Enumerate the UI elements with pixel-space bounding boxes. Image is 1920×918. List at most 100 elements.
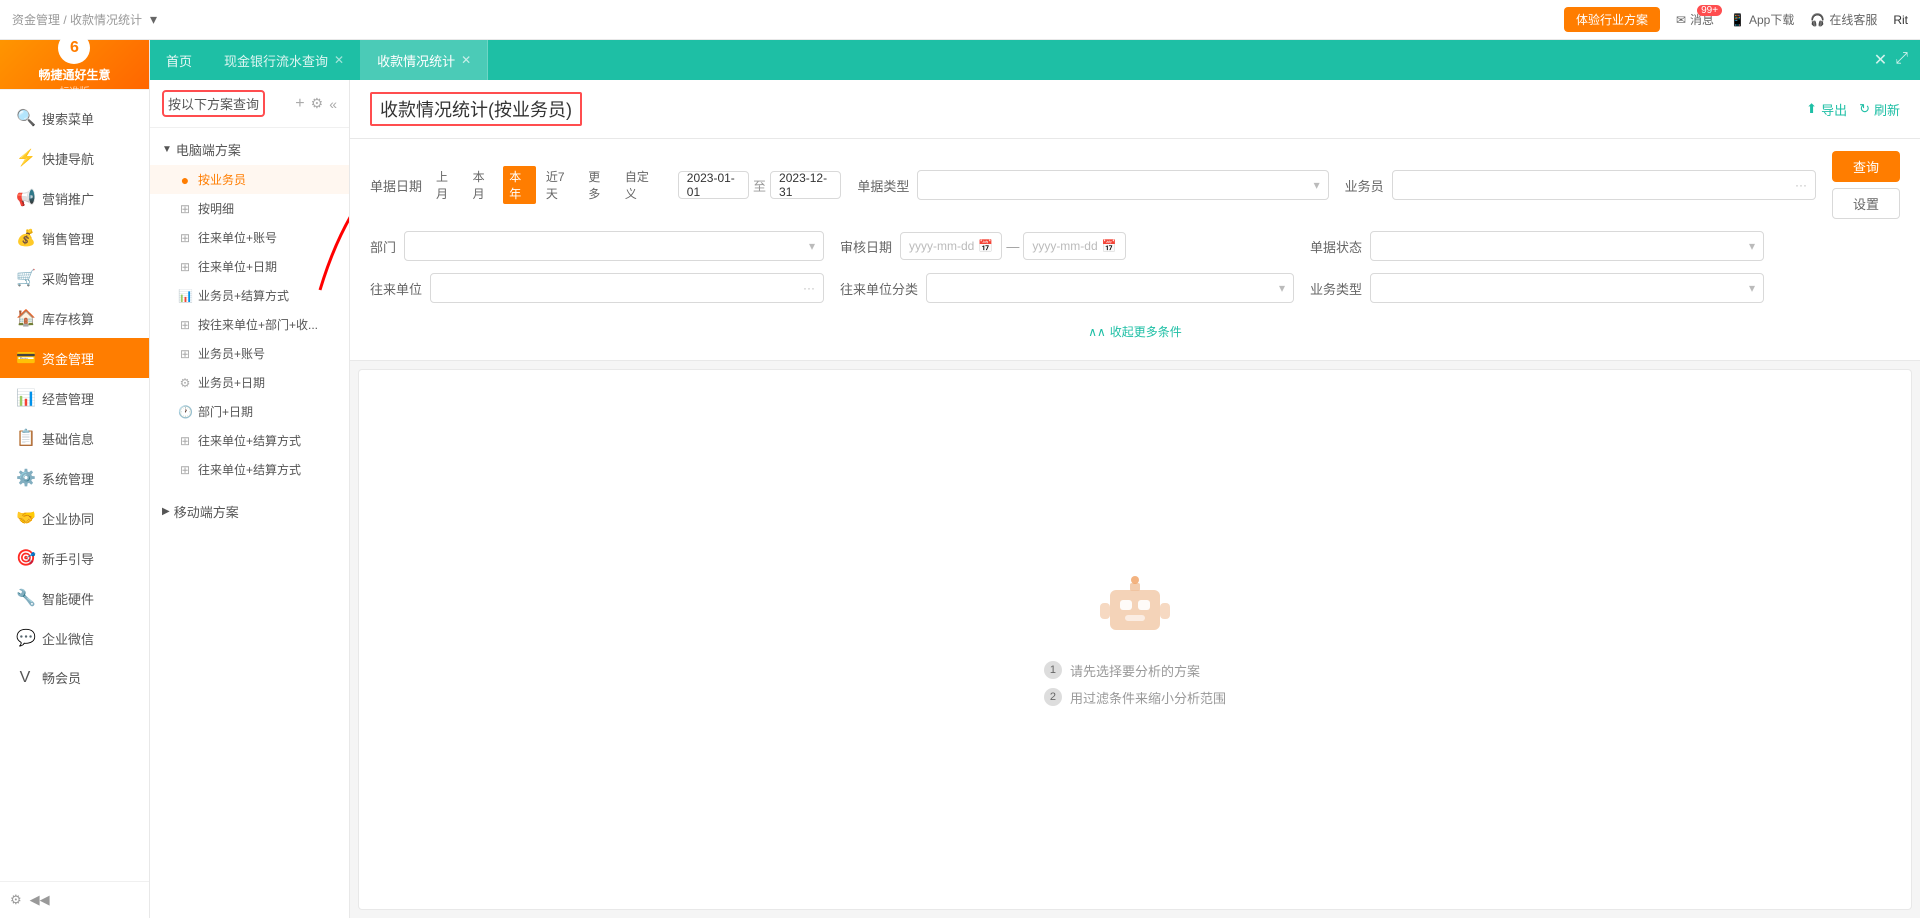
empty-state-icon [1095,565,1175,645]
review-to-input[interactable]: yyyy-mm-dd 📅 [1023,232,1125,260]
tab-bank-close[interactable]: ✕ [334,53,344,67]
sidebar-item-wechat[interactable]: 💬 企业微信 [0,618,149,658]
sidebar-item-inventory[interactable]: 🏠 库存核算 [0,298,149,338]
tab-receipt-close[interactable]: ✕ [461,53,471,67]
collapse-panel-btn[interactable]: « [329,96,337,112]
date-from-input[interactable]: 2023-01-01 [678,171,749,199]
date-tab-last-month[interactable]: 上月 [430,166,463,204]
sidebar-item-purchase[interactable]: 🛒 采购管理 [0,258,149,298]
unit-settle2-icon: ⊞ [178,463,192,477]
system-icon: ⚙️ [16,468,34,488]
tab-window-buttons: ✕ ⤢ [1862,50,1920,70]
dept-select[interactable]: ▾ [404,231,824,261]
filter-row-2: 部门 ▾ 审核日期 yyyy-mm-dd 📅 [370,231,1900,261]
add-scheme-btn[interactable]: + [295,95,304,113]
staff-scheme-icon: ● [178,172,192,188]
staff-account-icon: ⊞ [178,347,192,361]
sidebar-item-basic[interactable]: 📋 基础信息 [0,418,149,458]
sidebar-footer: ⚙ ◀◀ [0,881,149,918]
header-gear-icon[interactable]: ▾ [150,11,157,28]
export-btn[interactable]: ⬆ 导出 [1806,100,1847,119]
quicknav-icon: ⚡ [16,148,34,168]
sidebar-item-quicknav[interactable]: ⚡ 快捷导航 [0,138,149,178]
counterparty-input[interactable]: ··· [430,273,824,303]
sidebar-item-marketing[interactable]: 📢 营销推广 [0,178,149,218]
desktop-group-title[interactable]: ▼ 电脑端方案 [150,134,349,165]
date-tab-this-month[interactable]: 本月 [467,166,500,204]
sidebar-item-guide[interactable]: 🎯 新手引导 [0,538,149,578]
tab-home[interactable]: 首页 [150,51,208,70]
counterparty-classify-select[interactable]: ▾ [926,273,1294,303]
date-to-input[interactable]: 2023-12-31 [770,171,841,199]
doc-status-filter: 单据状态 ▾ [1310,231,1764,261]
chevron-right-icon: ▶ [162,506,170,517]
sidebar-item-corp[interactable]: 🤝 企业协同 [0,498,149,538]
scheme-unit-dept-recv[interactable]: ⊞ 按往来单位+部门+收... [150,310,349,339]
scheme-unit-settle2[interactable]: ⊞ 往来单位+结算方式 [150,455,349,484]
sidebar-item-operation[interactable]: 📊 经营管理 [0,378,149,418]
doc-status-select[interactable]: ▾ [1370,231,1764,261]
sidebar-item-sales[interactable]: 💰 销售管理 [0,218,149,258]
app-download-btn[interactable]: 📱 App下载 [1730,11,1794,28]
doc-type-arrow: ▾ [1314,178,1320,192]
scheme-by-staff[interactable]: ● 按业务员 [150,165,349,194]
mobile-schemes-group: ▶ 移动端方案 [150,490,349,533]
main-layout: 6 畅捷通好生意 标准版 🔍 搜索菜单 ⚡ 快捷导航 📢 营销推广 💰 销售管理 [0,40,1920,918]
tab-bank[interactable]: 现金银行流水查询 ✕ [208,40,361,80]
scheme-unit-date[interactable]: ⊞ 往来单位+日期 [150,252,349,281]
online-service-btn[interactable]: 🎧 在线客服 [1810,11,1877,28]
settings-button[interactable]: 设置 [1832,188,1900,219]
close-window-icon[interactable]: ✕ [1874,50,1887,70]
scheme-staff-settle[interactable]: 📊 业务员+结算方式 [150,281,349,310]
date-label: 单据日期 [370,176,422,195]
header-left: 资金管理 / 收款情况统计 ▾ [12,11,157,28]
sidebar-item-hardware[interactable]: 🔧 智能硬件 [0,578,149,618]
refresh-icon: ↻ [1859,101,1870,117]
collapse-bar[interactable]: ∧∧ 收起更多条件 [370,315,1900,348]
date-tab-this-year[interactable]: 本年 [503,166,536,204]
left-panel: 按以下方案查询 + ⚙ « ▼ 电脑端方案 ● [150,80,350,918]
counterparty-more-icon[interactable]: ··· [803,281,815,295]
date-tab-custom[interactable]: 自定义 [619,166,662,204]
search-icon: 🔍 [16,108,34,128]
review-from-input[interactable]: yyyy-mm-dd 📅 [900,232,1002,260]
biz-type-select[interactable]: ▾ [1370,273,1764,303]
sidebar-item-search[interactable]: 🔍 搜索菜单 [0,98,149,138]
settings-footer-icon[interactable]: ⚙ [10,892,22,908]
sidebar-item-finance[interactable]: 💳 资金管理 [0,338,149,378]
staff-select[interactable]: ··· [1392,170,1816,200]
maximize-icon[interactable]: ⤢ [1895,50,1908,70]
sidebar-item-system[interactable]: ⚙️ 系统管理 [0,458,149,498]
guide-icon: 🎯 [16,548,34,568]
hint-num-1: 1 [1044,661,1062,679]
staff-more-icon[interactable]: ··· [1795,178,1807,192]
counterparty-classify-label: 往来单位分类 [840,279,918,298]
scheme-by-detail[interactable]: ⊞ 按明细 [150,194,349,223]
headset-icon: 🎧 [1810,13,1825,27]
right-panel: 收款情况统计(按业务员) ⬆ 导出 ↻ 刷新 [350,80,1920,918]
scheme-staff-date[interactable]: ⚙ 业务员+日期 [150,368,349,397]
query-button[interactable]: 查询 [1832,151,1900,182]
scheme-unit-settle1[interactable]: ⊞ 往来单位+结算方式 [150,426,349,455]
header-right: 体验行业方案 ✉ 消息 99+ 📱 App下载 🎧 在线客服 Rit [1564,7,1908,32]
scheme-dept-date[interactable]: 🕐 部门+日期 [150,397,349,426]
tab-receipt[interactable]: 收款情况统计 ✕ [361,40,488,80]
date-tab-7days[interactable]: 近7天 [540,166,578,204]
mobile-group-title[interactable]: ▶ 移动端方案 [150,496,349,527]
panel-actions: + ⚙ « [295,95,337,113]
trial-button[interactable]: 体验行业方案 [1564,7,1660,32]
scheme-staff-account[interactable]: ⊞ 业务员+账号 [150,339,349,368]
date-tab-more[interactable]: 更多 [582,166,615,204]
sidebar-item-member[interactable]: V 畅会员 [0,658,149,697]
collapse-sidebar-icon[interactable]: ◀◀ [30,892,50,908]
messages-btn[interactable]: ✉ 消息 99+ [1676,11,1714,28]
user-name[interactable]: Rit [1893,13,1908,27]
doc-type-label: 单据类型 [857,176,909,195]
message-icon: ✉ [1676,13,1686,27]
doc-type-select[interactable]: ▾ [917,170,1328,200]
staff-label: 业务员 [1345,176,1384,195]
scheme-settings-btn[interactable]: ⚙ [311,95,324,112]
unit-account-icon: ⊞ [178,231,192,245]
scheme-unit-account[interactable]: ⊞ 往来单位+账号 [150,223,349,252]
refresh-btn[interactable]: ↻ 刷新 [1859,100,1900,119]
